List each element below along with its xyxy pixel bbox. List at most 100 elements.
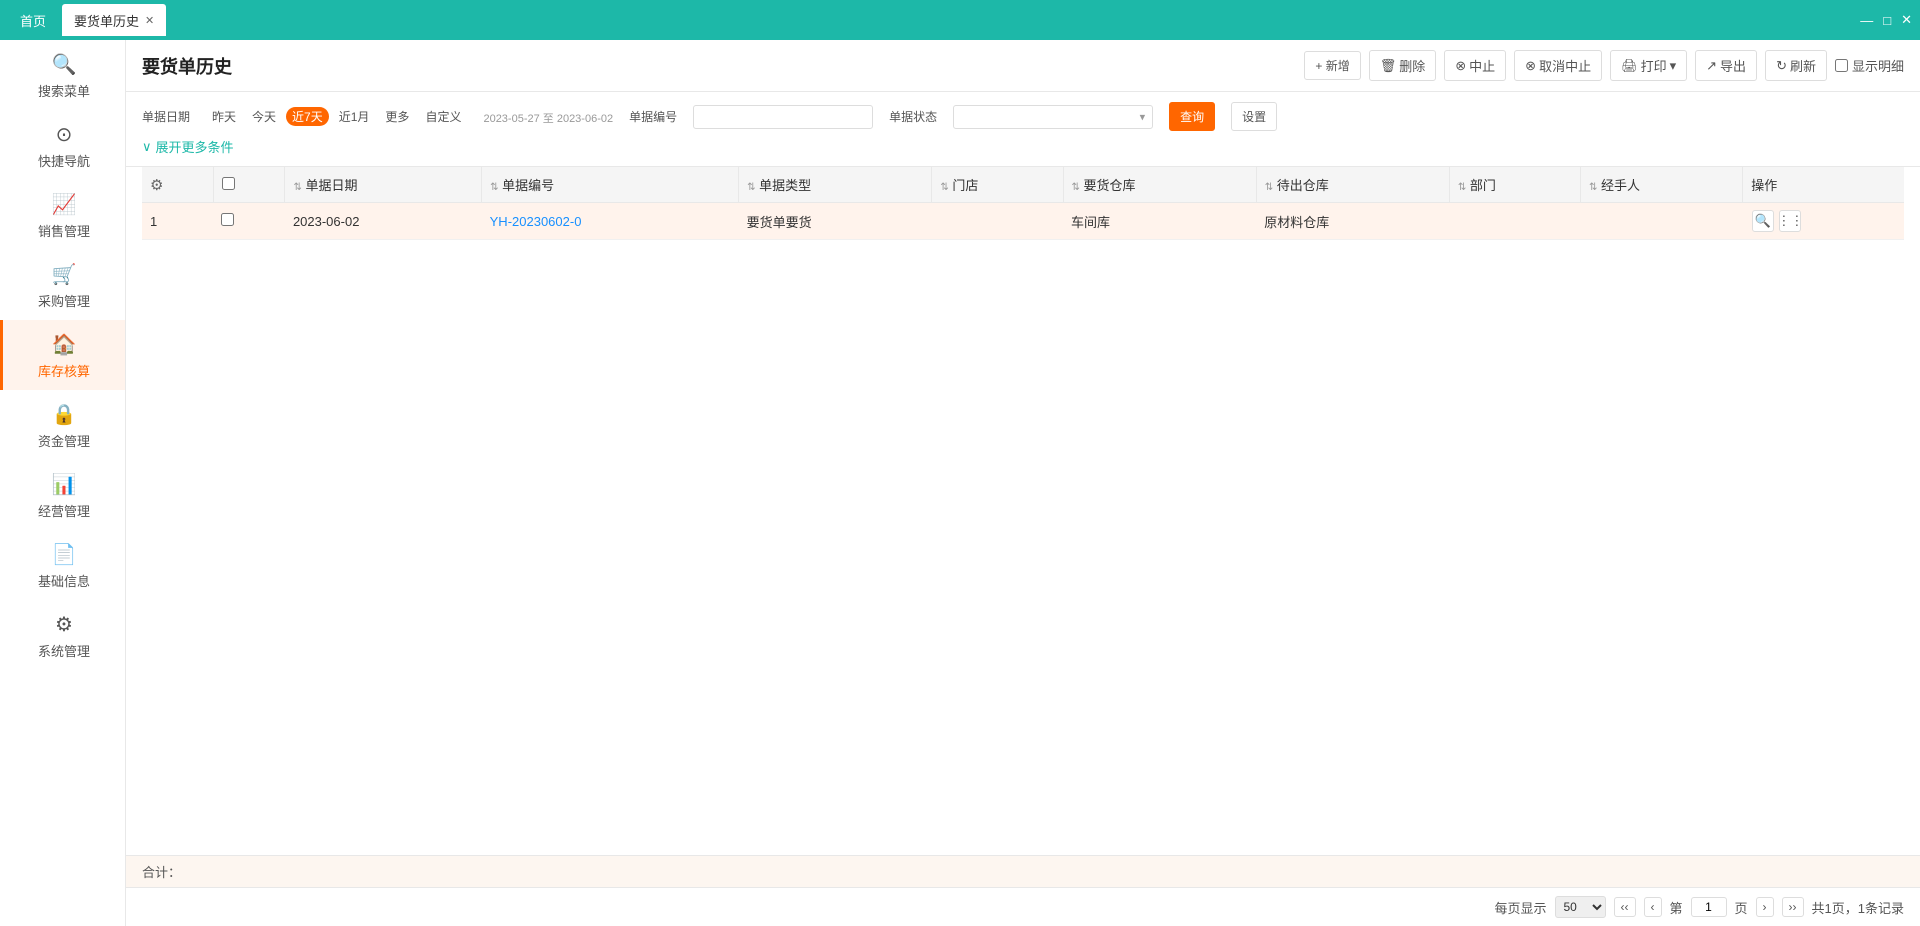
sidebar-item-sales[interactable]: 📈 销售管理 <box>0 180 125 250</box>
page-number-input[interactable] <box>1691 897 1727 917</box>
query-button[interactable]: 查询 <box>1169 102 1215 131</box>
stop-label: 中止 <box>1469 56 1495 75</box>
refresh-button[interactable]: ↻ 刷新 <box>1765 50 1827 81</box>
cell-checkbox[interactable] <box>213 203 285 240</box>
col-handler-header: ⇅ 经手人 <box>1581 167 1743 203</box>
settings-button[interactable]: 设置 <box>1231 102 1277 131</box>
req-warehouse-sort-icon[interactable]: ⇅ <box>1072 182 1080 193</box>
prev-page-button[interactable]: ‹ <box>1644 897 1662 917</box>
minimize-icon[interactable]: — <box>1860 13 1873 28</box>
pagination-bar: 每页显示 10 20 50 100 ‹‹ ‹ 第 页 › ›› 共1页，1条记录 <box>126 887 1920 926</box>
expand-label: 展开更多条件 <box>156 137 234 156</box>
inventory-icon: 🏠 <box>52 332 77 357</box>
row-checkbox[interactable] <box>221 213 234 226</box>
sidebar-item-sales-label: 销售管理 <box>38 221 90 240</box>
search-icon: 🔍 <box>52 52 77 77</box>
billno-input[interactable] <box>693 105 873 129</box>
date-chip-1month[interactable]: 近1月 <box>333 107 376 126</box>
cell-dept <box>1449 203 1580 240</box>
sidebar-item-operation-label: 经营管理 <box>38 501 90 520</box>
date-chip-custom[interactable]: 自定义 <box>419 107 467 126</box>
store-sort-icon[interactable]: ⇅ <box>940 182 948 193</box>
main-layout: 🔍 搜索菜单 ⊙ 快捷导航 📈 销售管理 🛒 采购管理 🏠 库存核算 🔒 资金管… <box>0 40 1920 926</box>
maximize-icon[interactable]: □ <box>1883 13 1891 28</box>
window-close-icon[interactable]: ✕ <box>1901 12 1912 28</box>
sidebar-item-inventory[interactable]: 🏠 库存核算 <box>0 320 125 390</box>
tab-close-icon[interactable]: ✕ <box>145 14 154 27</box>
content-area: 要货单历史 + 新增 🗑 删除 ⊗ 中止 ⊗ 取消中止 🖨 打印 ▾ ↗ 导出 <box>126 40 1920 926</box>
print-icon: 🖨 <box>1621 58 1638 74</box>
cell-req-warehouse: 车间库 <box>1063 203 1256 240</box>
dept-sort-icon[interactable]: ⇅ <box>1458 182 1466 193</box>
last-page-button[interactable]: ›› <box>1782 897 1804 917</box>
col-action-header: 操作 <box>1743 167 1904 203</box>
export-button[interactable]: ↗ 导出 <box>1695 50 1757 81</box>
cancel-stop-label: 取消中止 <box>1539 56 1591 75</box>
first-page-button[interactable]: ‹‹ <box>1614 897 1636 917</box>
cancel-stop-button[interactable]: ⊗ 取消中止 <box>1514 50 1602 81</box>
expand-more-row[interactable]: ∨ 展开更多条件 <box>142 137 1904 156</box>
page-size-select[interactable]: 10 20 50 100 <box>1555 896 1606 918</box>
total-label: 合计： <box>142 862 181 881</box>
col-settings[interactable]: ⚙ <box>142 167 213 203</box>
display-detail-checkbox-container[interactable]: 显示明细 <box>1835 56 1904 75</box>
date-chip-more[interactable]: 更多 <box>379 107 415 126</box>
col-req-warehouse-header: ⇅ 要货仓库 <box>1063 167 1256 203</box>
sidebar-item-operation[interactable]: 📊 经营管理 <box>0 460 125 530</box>
new-button[interactable]: + 新增 <box>1304 51 1360 80</box>
page-label-before: 第 <box>1670 898 1683 917</box>
refresh-label: 刷新 <box>1790 56 1816 75</box>
print-button[interactable]: 🖨 打印 ▾ <box>1610 50 1687 81</box>
page-title: 要货单历史 <box>142 53 1296 79</box>
sidebar-item-search-label: 搜索菜单 <box>38 81 90 100</box>
cell-index: 1 <box>142 203 213 240</box>
sidebar-item-system-label: 系统管理 <box>38 641 90 660</box>
tab-home[interactable]: 首页 <box>8 4 58 36</box>
refresh-icon: ↻ <box>1776 58 1787 74</box>
page-header: 要货单历史 + 新增 🗑 删除 ⊗ 中止 ⊗ 取消中止 🖨 打印 ▾ ↗ 导出 <box>126 40 1920 92</box>
date-chip-7days[interactable]: 近7天 <box>286 107 329 126</box>
status-select[interactable] <box>953 105 1153 129</box>
cell-store <box>932 203 1063 240</box>
sidebar-item-system[interactable]: ⚙ 系统管理 <box>0 600 125 670</box>
settings-gear-icon[interactable]: ⚙ <box>150 177 163 194</box>
col-checkbox[interactable] <box>213 167 285 203</box>
billtype-sort-icon[interactable]: ⇅ <box>747 182 755 193</box>
date-sort-icon[interactable]: ⇅ <box>293 182 301 193</box>
sidebar-item-shortcut[interactable]: ⊙ 快捷导航 <box>0 110 125 180</box>
row-view-button[interactable]: 🔍 <box>1752 210 1774 232</box>
sidebar-item-search[interactable]: 🔍 搜索菜单 <box>0 40 125 110</box>
row-edit-button[interactable]: ⋮⋮ <box>1779 210 1801 232</box>
handler-sort-icon[interactable]: ⇅ <box>1589 182 1597 193</box>
cell-billno: YH-20230602-0 <box>482 203 739 240</box>
tab-yaohuodan[interactable]: 要货单历史 ✕ <box>62 4 166 36</box>
sidebar-item-finance-label: 资金管理 <box>38 431 90 450</box>
date-filter-label: 单据日期 <box>142 108 190 125</box>
cell-billtype: 要货单要货 <box>739 203 932 240</box>
sidebar-item-purchase[interactable]: 🛒 采购管理 <box>0 250 125 320</box>
purchase-icon: 🛒 <box>52 262 77 287</box>
pending-warehouse-sort-icon[interactable]: ⇅ <box>1265 182 1273 193</box>
date-range-text: 2023-05-27 至 2023-06-02 <box>483 110 613 126</box>
sales-icon: 📈 <box>52 192 77 217</box>
total-info: 共1页，1条记录 <box>1812 898 1904 917</box>
display-detail-checkbox[interactable] <box>1835 59 1848 72</box>
billno-link[interactable]: YH-20230602-0 <box>490 214 582 229</box>
sidebar-item-finance[interactable]: 🔒 资金管理 <box>0 390 125 460</box>
col-billno-header: ⇅ 单据编号 <box>482 167 739 203</box>
cell-action: 🔍 ⋮⋮ <box>1743 203 1904 240</box>
sidebar-item-purchase-label: 采购管理 <box>38 291 90 310</box>
delete-button[interactable]: 🗑 删除 <box>1369 50 1437 81</box>
display-detail-label: 显示明细 <box>1852 56 1904 75</box>
shortcut-icon: ⊙ <box>56 122 73 147</box>
next-page-button[interactable]: › <box>1756 897 1774 917</box>
operation-icon: 📊 <box>52 472 77 497</box>
delete-label: 删除 <box>1399 56 1425 75</box>
billno-sort-icon[interactable]: ⇅ <box>490 182 498 193</box>
date-chip-today[interactable]: 今天 <box>246 107 282 126</box>
sidebar-item-basic[interactable]: 📄 基础信息 <box>0 530 125 600</box>
date-chip-yesterday[interactable]: 昨天 <box>206 107 242 126</box>
table-wrapper: ⚙ ⇅ 单据日期 ⇅ 单据编号 ⇅ 单据类型 ⇅ 门店 ⇅ 要货仓库 ⇅ 待出仓… <box>126 167 1920 855</box>
stop-button[interactable]: ⊗ 中止 <box>1444 50 1506 81</box>
select-all-checkbox[interactable] <box>222 177 235 190</box>
